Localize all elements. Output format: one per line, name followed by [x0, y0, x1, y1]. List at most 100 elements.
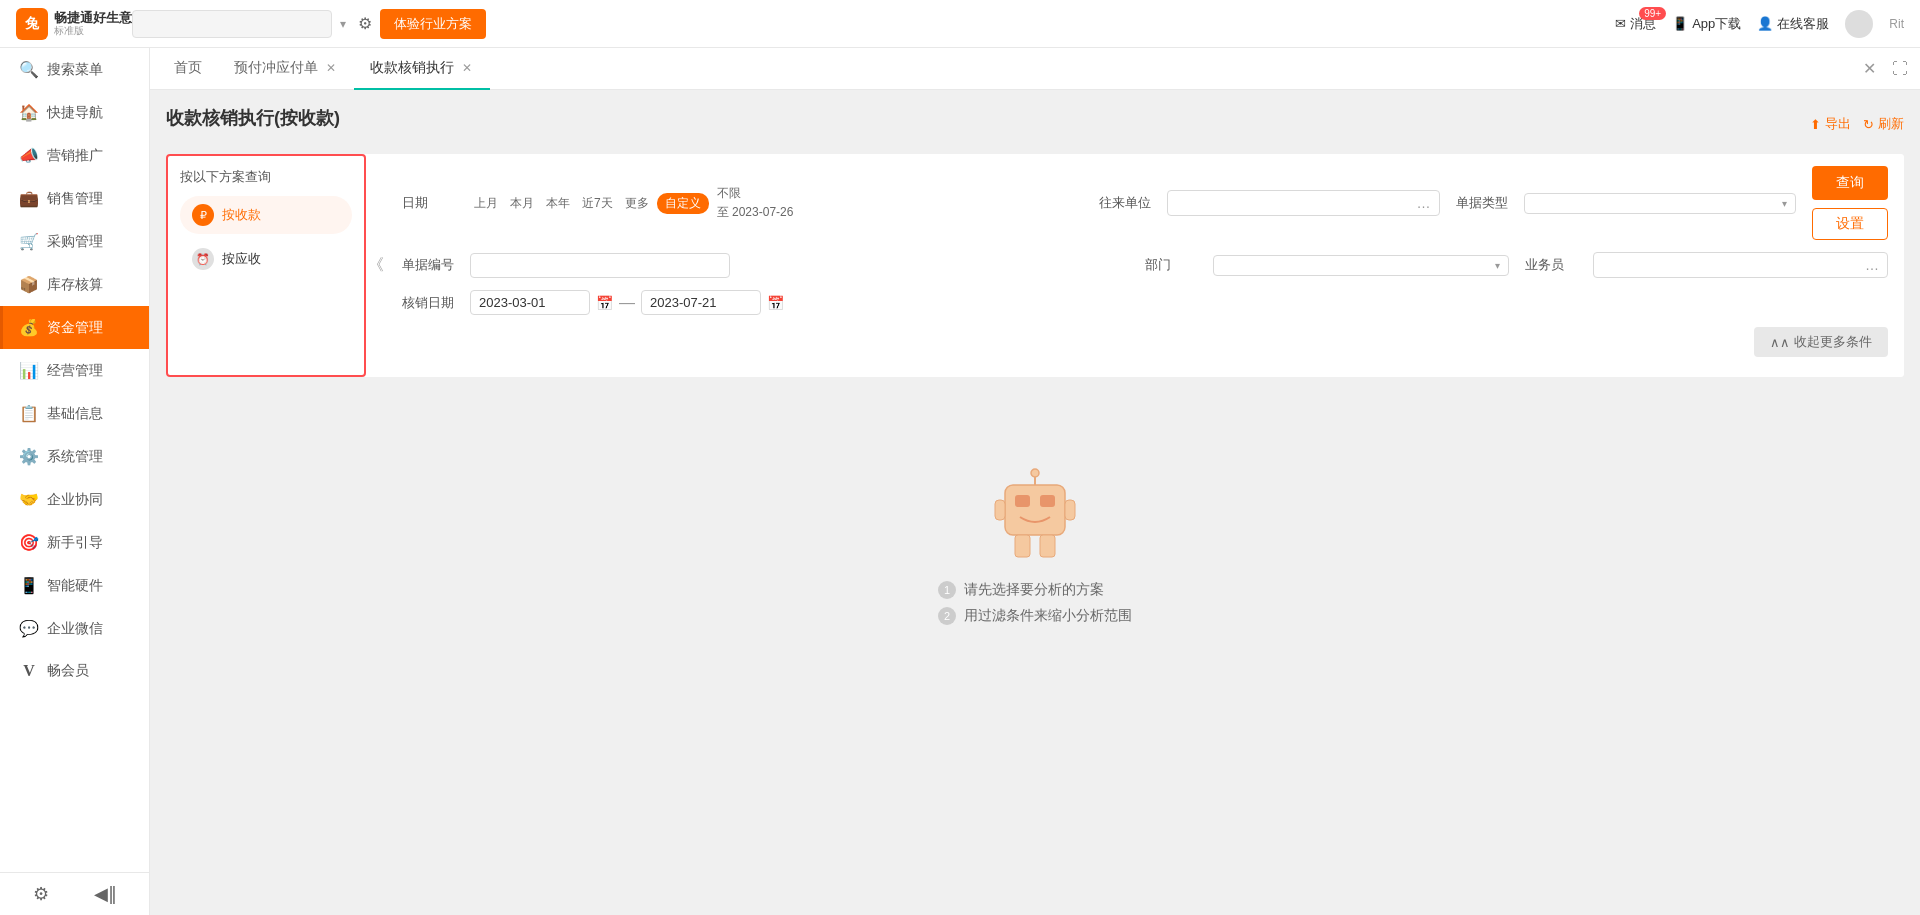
query-button[interactable]: 查询	[1812, 166, 1888, 200]
warehouse-icon: 📦	[19, 275, 39, 294]
date-btn-this-year[interactable]: 本年	[542, 193, 574, 214]
refresh-button[interactable]: ↻ 刷新	[1863, 115, 1904, 133]
sidebar-item-search-menu[interactable]: 🔍 搜索菜单	[0, 48, 149, 91]
message-area[interactable]: ✉ 消息 99+	[1615, 15, 1656, 33]
filter-right: 日期 上月 本月 本年 近7天 更多 自定义 不限 至	[386, 154, 1904, 377]
top-bar-right: ✉ 消息 99+ 📱 App下载 👤 在线客服 Rit	[1615, 10, 1904, 38]
sidebar-item-member[interactable]: V 畅会员	[0, 650, 149, 692]
counter-party-label: 往来单位	[1099, 194, 1159, 212]
sidebar-item-sales[interactable]: 💼 销售管理	[0, 177, 149, 220]
date-shortcuts: 上月 本月 本年 近7天 更多 自定义	[470, 193, 709, 214]
sidebar-item-purchase[interactable]: 🛒 采购管理	[0, 220, 149, 263]
tab-prepay-offset[interactable]: 预付冲应付单 ✕	[218, 48, 354, 90]
counter-party-more-icon[interactable]: …	[1417, 195, 1431, 211]
system-icon: ⚙️	[19, 447, 39, 466]
bill-no-input[interactable]	[470, 253, 730, 278]
tab-bar: 首页 预付冲应付单 ✕ 收款核销执行 ✕ ✕ ⛶	[150, 48, 1920, 90]
top-search-area: ▾ ⚙ 体验行业方案	[132, 9, 1615, 39]
logo-text: 畅捷通好生意 标准版	[54, 10, 132, 38]
message-badge: 99+	[1639, 7, 1666, 20]
export-icon: ⬆	[1810, 117, 1821, 132]
dept-dropdown-icon[interactable]: ▾	[1495, 260, 1500, 271]
calendar-start-icon[interactable]: 📅	[596, 295, 613, 311]
tip-num-2: 2	[938, 607, 956, 625]
svg-rect-3	[995, 500, 1005, 520]
bill-no-group: 单据编号	[402, 253, 1129, 278]
sales-icon: 💼	[19, 189, 39, 208]
sidebar-item-enterprise[interactable]: 🤝 企业协同	[0, 478, 149, 521]
gear-icon[interactable]: ⚙	[358, 14, 372, 33]
sidebar-item-system[interactable]: ⚙️ 系统管理	[0, 435, 149, 478]
sidebar-item-quick-nav[interactable]: 🏠 快捷导航	[0, 91, 149, 134]
username-label: Rit	[1889, 17, 1904, 31]
filter-option-by-receipt[interactable]: ₽ 按收款	[180, 196, 352, 234]
industry-btn[interactable]: 体验行业方案	[380, 9, 486, 39]
filter-row-1: 日期 上月 本月 本年 近7天 更多 自定义 不限 至	[402, 166, 1888, 240]
sidebar-item-marketing[interactable]: 📣 营销推广	[0, 134, 149, 177]
setting-button[interactable]: 设置	[1812, 208, 1888, 240]
tab-close-all-icon[interactable]: ✕	[1859, 55, 1880, 82]
cart-icon: 🛒	[19, 232, 39, 251]
dept-group: 部门 ▾	[1145, 255, 1509, 276]
sidebar-label-member: 畅会员	[47, 662, 89, 680]
empty-state: 1 请先选择要分析的方案 2 用过滤条件来缩小分析范围	[166, 385, 1904, 705]
collapse-panel-arrow[interactable]: 《	[366, 154, 386, 377]
chart-icon: 📊	[19, 361, 39, 380]
sidebar-item-business[interactable]: 📊 经营管理	[0, 349, 149, 392]
sidebar-label-quick-nav: 快捷导航	[47, 104, 103, 122]
tab-receipt-close[interactable]: ✕	[460, 59, 474, 77]
verify-date-end-input[interactable]	[641, 290, 761, 315]
bill-type-label: 单据类型	[1456, 194, 1516, 212]
tip-num-1: 1	[938, 581, 956, 599]
tab-receipt-offset[interactable]: 收款核销执行 ✕	[354, 48, 490, 90]
sidebar: 🔍 搜索菜单 🏠 快捷导航 📣 营销推广 💼 销售管理 🛒 采购管理 📦 库存核…	[0, 48, 150, 915]
bill-type-select[interactable]: ▾	[1524, 193, 1797, 214]
calendar-end-icon[interactable]: 📅	[767, 295, 784, 311]
message-icon: ✉	[1615, 16, 1626, 31]
date-btn-7days[interactable]: 近7天	[578, 193, 617, 214]
wechat-icon: 💬	[19, 619, 39, 638]
staff-label: 业务员	[1525, 256, 1585, 274]
service-icon: 👤	[1757, 16, 1773, 31]
filter-row-3: 核销日期 📅 — 📅	[402, 290, 1888, 315]
date-btn-last-month[interactable]: 上月	[470, 193, 502, 214]
date-btn-this-month[interactable]: 本月	[506, 193, 538, 214]
tab-prepay-close[interactable]: ✕	[324, 59, 338, 77]
sidebar-item-basic-info[interactable]: 📋 基础信息	[0, 392, 149, 435]
tab-home[interactable]: 首页	[158, 48, 218, 90]
svg-rect-5	[1015, 535, 1030, 557]
chevron-down-icon[interactable]: ▾	[340, 17, 346, 31]
date-btn-more[interactable]: 更多	[621, 193, 653, 214]
export-button[interactable]: ⬆ 导出	[1810, 115, 1851, 133]
date-dash: —	[619, 294, 635, 312]
user-avatar[interactable]	[1845, 10, 1873, 38]
sidebar-item-inventory[interactable]: 📦 库存核算	[0, 263, 149, 306]
tab-expand-icon[interactable]: ⛶	[1888, 56, 1912, 82]
dept-select[interactable]: ▾	[1213, 255, 1509, 276]
settings-gear-icon[interactable]: ⚙	[33, 883, 49, 905]
date-btn-custom[interactable]: 自定义	[657, 193, 709, 214]
megaphone-icon: 📣	[19, 146, 39, 165]
staff-more-icon[interactable]: …	[1865, 257, 1879, 273]
date-no-limit: 不限	[717, 185, 794, 202]
verify-date-label: 核销日期	[402, 294, 462, 312]
filter-option-by-receivable[interactable]: ⏰ 按应收	[180, 240, 352, 278]
online-service[interactable]: 👤 在线客服	[1757, 15, 1829, 33]
staff-select[interactable]: …	[1593, 252, 1889, 278]
receipt-icon: ₽	[192, 204, 214, 226]
counter-party-group: 往来单位 …	[1099, 190, 1440, 216]
sidebar-label-enterprise: 企业协同	[47, 491, 103, 509]
verify-date-start-input[interactable]	[470, 290, 590, 315]
sidebar-item-finance[interactable]: 💰 资金管理	[0, 306, 149, 349]
sidebar-item-wechat[interactable]: 💬 企业微信	[0, 607, 149, 650]
counter-party-select[interactable]: …	[1167, 190, 1440, 216]
app-download[interactable]: 📱 App下载	[1672, 15, 1741, 33]
sidebar-item-hardware[interactable]: 📱 智能硬件	[0, 564, 149, 607]
bill-type-dropdown-icon[interactable]: ▾	[1782, 198, 1787, 209]
sidebar-item-guide[interactable]: 🎯 新手引导	[0, 521, 149, 564]
collapse-sidebar-icon[interactable]: ◀‖	[94, 883, 117, 905]
empty-tip-2: 2 用过滤条件来缩小分析范围	[938, 607, 1132, 625]
collapse-more-button[interactable]: ∧∧ 收起更多条件	[1754, 327, 1888, 357]
top-bar: 兔 畅捷通好生意 标准版 ▾ ⚙ 体验行业方案 ✉ 消息 99+ 📱 App下载…	[0, 0, 1920, 48]
top-search-input[interactable]	[132, 10, 332, 38]
